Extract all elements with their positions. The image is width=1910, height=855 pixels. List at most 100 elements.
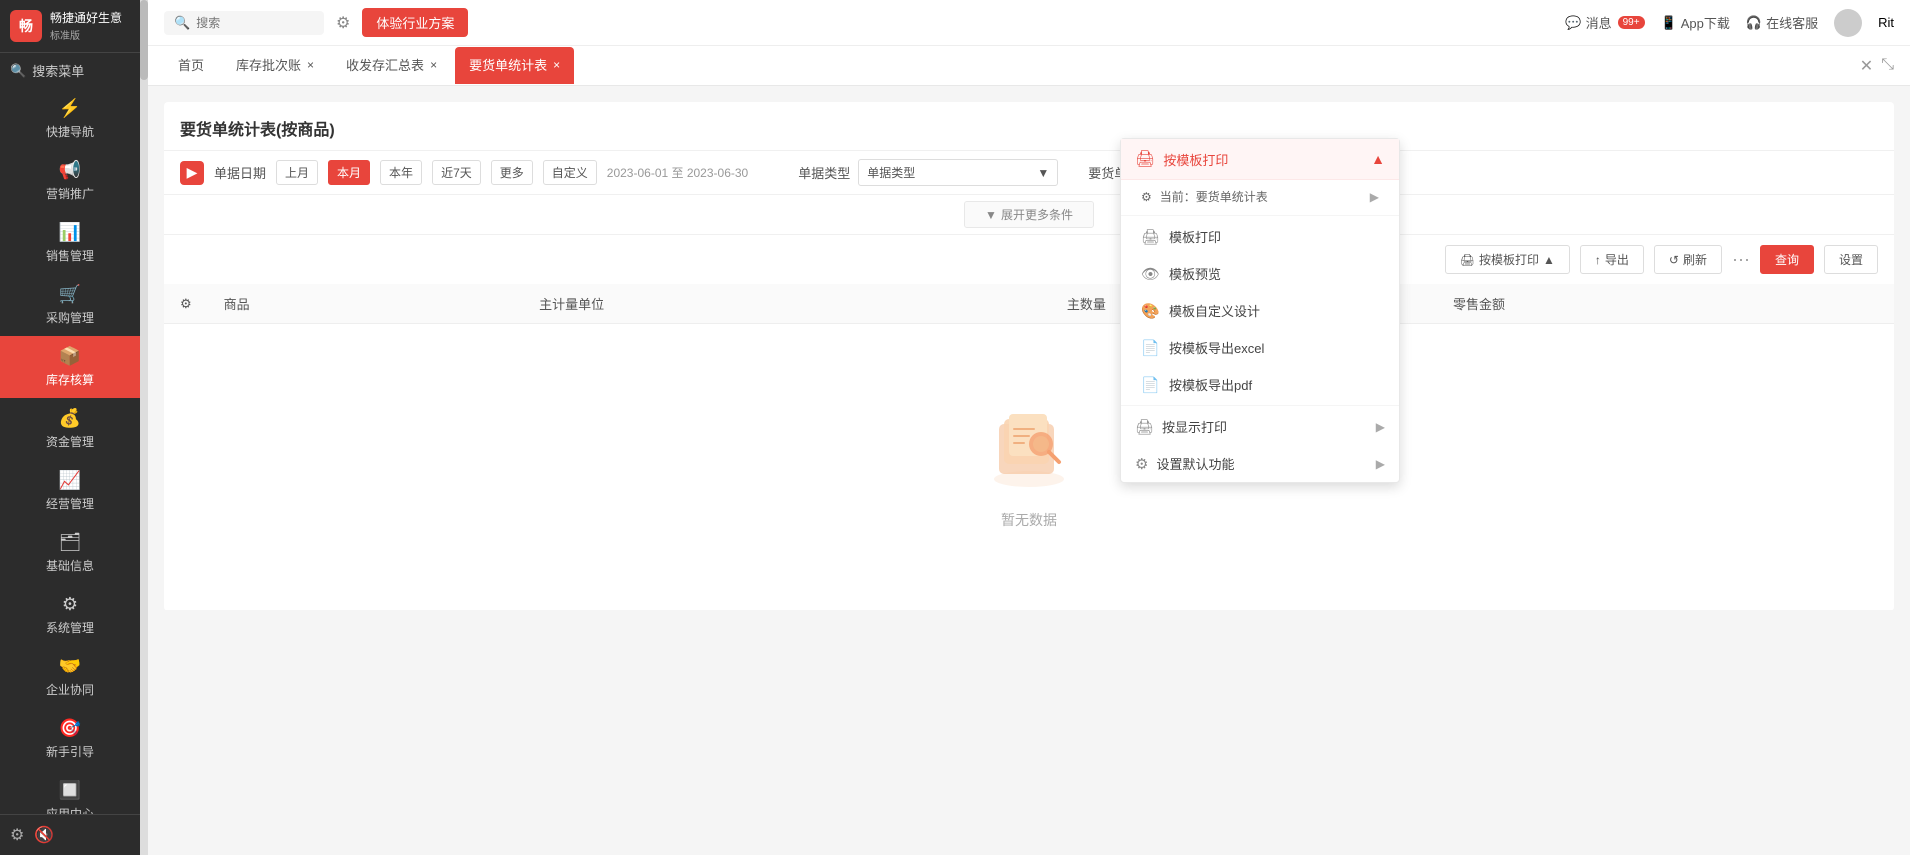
refresh-label: 刷新 (1683, 251, 1707, 268)
refresh-button[interactable]: ↺ 刷新 (1654, 245, 1722, 274)
display-print-left: 🖨 按显示打印 (1135, 417, 1227, 436)
last-month-btn[interactable]: 上月 (276, 160, 318, 185)
sidebar-item-marketing[interactable]: 📢营销推广 (0, 150, 140, 212)
date-filter-label: 单据日期 (214, 163, 266, 182)
sidebar-item-system[interactable]: ⚙系统管理 (0, 584, 140, 646)
tab-expand-icon[interactable]: ⤡ (1881, 56, 1894, 76)
sales-label: 销售管理 (46, 247, 94, 264)
sidebar-item-corp[interactable]: 🤝企业协同 (0, 646, 140, 708)
sidebar-item-business[interactable]: 📈经营管理 (0, 460, 140, 522)
tab-label-inventory-batch: 库存批次账 (236, 55, 301, 74)
user-avatar[interactable] (1834, 9, 1862, 37)
empty-state-cell: 暂无数据 (164, 324, 1894, 611)
message-label: 消息 (1586, 13, 1612, 32)
settings-icon[interactable]: ⚙ (10, 825, 24, 845)
tab-label-order-summary: 要货单统计表 (469, 55, 547, 74)
template-design-item[interactable]: 🎨 模板自定义设计 (1121, 292, 1399, 329)
tab-order-summary[interactable]: 要货单统计表 × (455, 47, 574, 84)
more-btn[interactable]: 更多 (491, 160, 533, 185)
sidebar-item-finance[interactable]: 💰资金管理 (0, 398, 140, 460)
sidebar-item-guide[interactable]: 🎯 新手引导 (0, 708, 140, 770)
set-default-left: ⚙ 设置默认功能 (1135, 454, 1234, 473)
template-export-pdf-item[interactable]: 📄 按模板导出pdf (1121, 366, 1399, 403)
sidebar-item-basic[interactable]: 🗂基础信息 (0, 522, 140, 584)
display-print-section[interactable]: 🖨 按显示打印 ▶ (1121, 408, 1399, 445)
set-default-section[interactable]: ⚙ 设置默认功能 ▶ (1121, 445, 1399, 482)
current-year-btn[interactable]: 本年 (380, 160, 422, 185)
dropdown-header[interactable]: 🖨 按模板打印 ▲ (1121, 139, 1399, 180)
toolbar-row: 🖨 按模板打印 ▲ ↑ 导出 ↺ 刷新 ··· 查询 设置 (164, 234, 1894, 284)
expand-conditions-button[interactable]: ▼ 展开更多条件 (964, 201, 1094, 228)
current-template-item[interactable]: ⚙ 当前：要货单统计表 ▶ (1121, 180, 1399, 213)
tab-label-collect-summary: 收发存汇总表 (346, 55, 424, 74)
sidebar-logo: 畅 畅捷通好生意 标准版 (0, 0, 140, 53)
sidebar-item-apps[interactable]: 🔲 应用中心 (0, 770, 140, 814)
apps-label: 应用中心 (46, 805, 94, 814)
sidebar-scrollbar-thumb[interactable] (140, 0, 148, 80)
topbar-search-input[interactable] (196, 16, 314, 30)
set-default-label: 设置默认功能 (1156, 454, 1234, 473)
expand-icon: ▼ (985, 208, 997, 222)
trial-button[interactable]: 体验行业方案 (362, 8, 468, 37)
sidebar-search-label: 搜索菜单 (32, 61, 84, 80)
guide-label: 新手引导 (46, 743, 94, 760)
topbar-gear-icon[interactable]: ⚙ (336, 13, 350, 33)
message-button[interactable]: 💬 消息 99+ (1565, 13, 1644, 32)
quick-nav-icon: ⚡ (59, 98, 81, 119)
divider-2 (1121, 405, 1399, 406)
export-button[interactable]: ↑ 导出 (1580, 245, 1644, 274)
app-download-label: App下载 (1681, 13, 1730, 32)
template-export-excel-item[interactable]: 📄 按模板导出excel (1121, 329, 1399, 366)
current-template-arrow: ▶ (1370, 190, 1379, 204)
sidebar-nav: ⚡快捷导航📢营销推广 📊 销售管理 🛒采购管理📦库存核算💰资金管理📈经营管理🗂基础信息… (0, 88, 140, 814)
tab-inventory-batch[interactable]: 库存批次账 × (222, 47, 328, 84)
topbar: 🔍 ⚙ 体验行业方案 💬 消息 99+ 📱 App下载 🎧 在线客服 Rit (148, 0, 1910, 46)
sidebar-item-sales[interactable]: 📊 销售管理 (0, 212, 140, 274)
sidebar-item-inventory[interactable]: 📦库存核算 (0, 336, 140, 398)
tab-close-inventory-batch[interactable]: × (307, 58, 314, 72)
search-icon: 🔍 (10, 63, 26, 79)
guide-icon: 🎯 (59, 718, 81, 739)
dropdown-header-left: 🖨 按模板打印 (1135, 149, 1228, 169)
template-print-item[interactable]: 🖨 模板打印 (1121, 218, 1399, 255)
current-template-label: 当前：要货单统计表 (1160, 188, 1268, 205)
finance-icon: 💰 (59, 408, 81, 429)
print-label: 按模板打印 (1479, 251, 1539, 268)
online-service-label: 在线客服 (1766, 13, 1818, 32)
template-preview-label: 模板预览 (1169, 264, 1221, 283)
tab-home[interactable]: 首页 (164, 47, 218, 84)
query-button[interactable]: 查询 (1760, 245, 1814, 274)
template-preview-icon: 👁 (1141, 265, 1159, 283)
sales-icon: 📊 (59, 222, 81, 243)
settings-button[interactable]: 设置 (1824, 245, 1878, 274)
online-service-button[interactable]: 🎧 在线客服 (1746, 13, 1818, 32)
filter-row: ▶ 单据日期 上月 本月 本年 近7天 更多 自定义 2023-06-01 至 … (164, 150, 1894, 194)
gear-icon: ⚙ (180, 296, 192, 311)
logo-icon: 畅 (10, 10, 42, 42)
sidebar-item-purchase[interactable]: 🛒采购管理 (0, 274, 140, 336)
tab-collect-summary[interactable]: 收发存汇总表 × (332, 47, 451, 84)
template-preview-item[interactable]: 👁 模板预览 (1121, 255, 1399, 292)
inventory-icon: 📦 (59, 346, 81, 367)
custom-btn[interactable]: 自定义 (543, 160, 597, 185)
topbar-search-box[interactable]: 🔍 (164, 11, 324, 35)
app-download-button[interactable]: 📱 App下载 (1661, 13, 1730, 32)
current-month-btn[interactable]: 本月 (328, 160, 370, 185)
last-7-btn[interactable]: 近7天 (432, 160, 481, 185)
print-template-button[interactable]: 🖨 按模板打印 ▲ (1445, 245, 1570, 274)
filter-toggle-button[interactable]: ▶ (180, 161, 204, 185)
sidebar-item-quick-nav[interactable]: ⚡快捷导航 (0, 88, 140, 150)
toolbar-more-icon[interactable]: ··· (1732, 249, 1750, 270)
tab-close-all-icon[interactable]: ✕ (1860, 56, 1873, 76)
type-filter-select[interactable]: 单据类型 ▼ (858, 159, 1058, 186)
sidebar-search[interactable]: 🔍 搜索菜单 (0, 53, 140, 88)
corp-label: 企业协同 (46, 681, 94, 698)
apps-icon: 🔲 (59, 780, 81, 801)
col-settings[interactable]: ⚙ (164, 284, 208, 324)
business-icon: 📈 (59, 470, 81, 491)
empty-text: 暂无数据 (1001, 510, 1057, 530)
tab-close-collect-summary[interactable]: × (430, 58, 437, 72)
sound-icon[interactable]: 🔇 (34, 825, 54, 845)
table-container: ⚙ 商品 主计量单位 主数量 零售金额 (164, 284, 1894, 611)
tab-close-order-summary[interactable]: × (553, 58, 560, 72)
